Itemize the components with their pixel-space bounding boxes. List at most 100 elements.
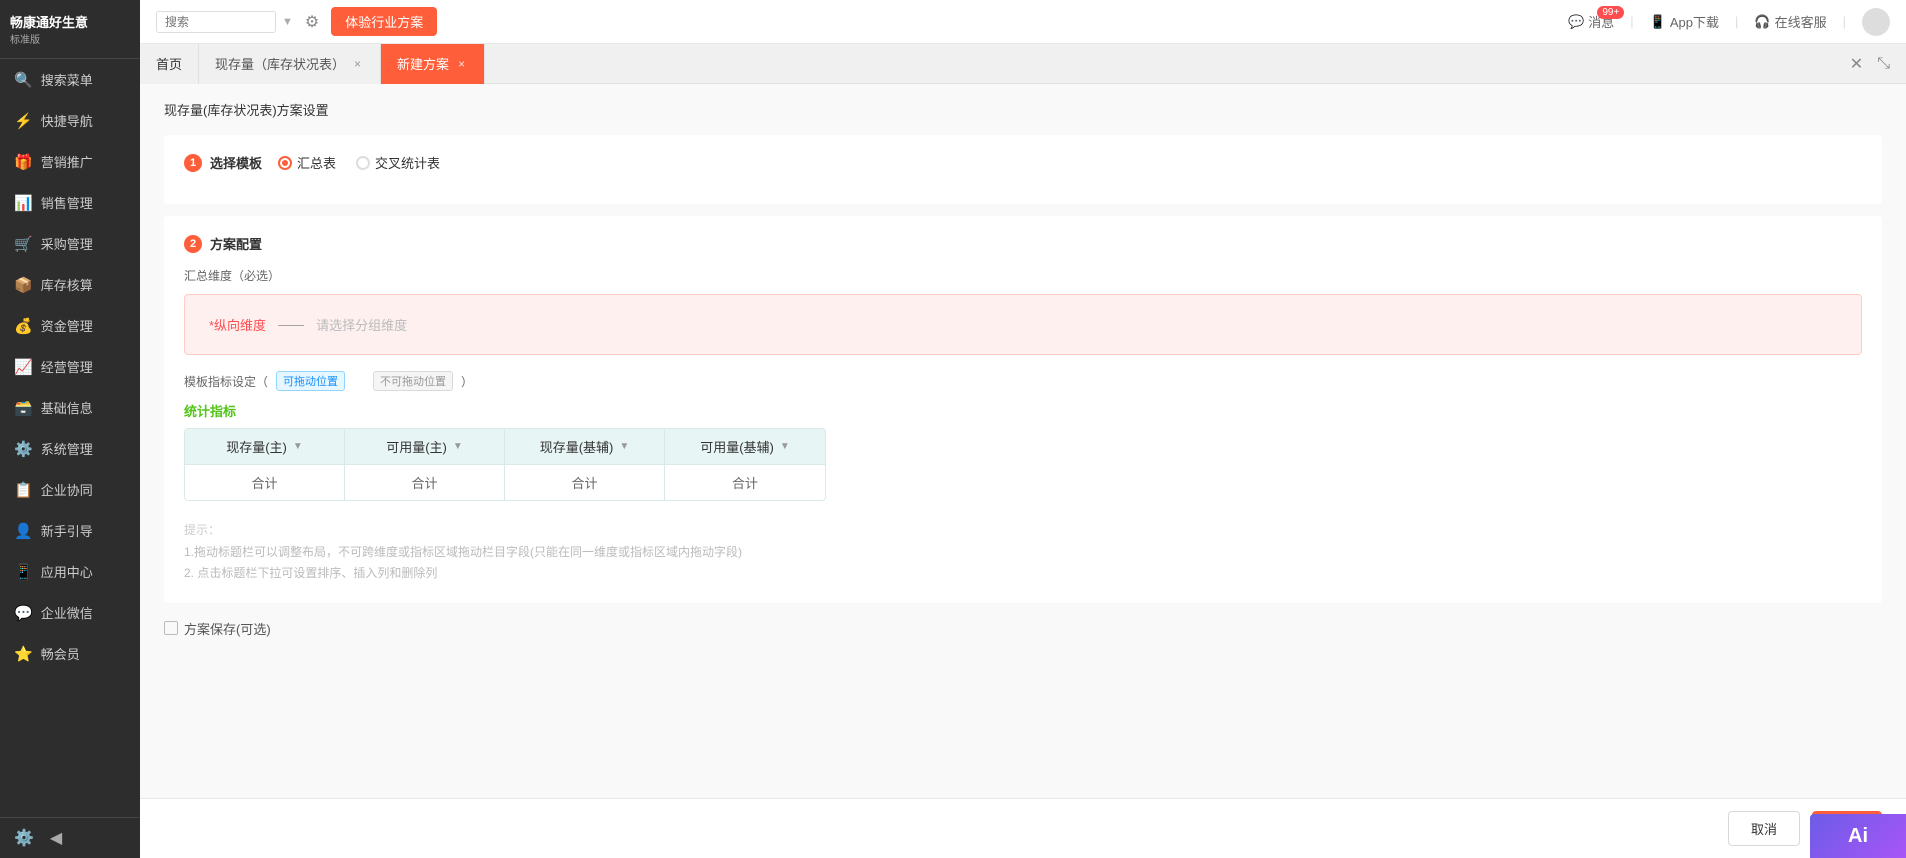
finance-icon: 💰 — [14, 317, 33, 335]
sidebar-item-label: 畅会员 — [41, 644, 80, 663]
template-settings: 模板指标设定（ 可拖动位置 不可拖动位置 ） 统计指标 现存量(主)▼可用量(主… — [184, 371, 1862, 504]
tab-home[interactable]: 首页 — [140, 44, 199, 84]
stats-body-cell-1: 合计 — [345, 465, 505, 500]
tabbar: 首页 现存量（库存状况表） × 新建方案 × ✕ ⤡ — [140, 44, 1906, 84]
quick-nav-icon: ⚡ — [14, 112, 33, 130]
stats-body-row: 合计合计合计合计 — [185, 464, 825, 500]
system-icon: ⚙️ — [14, 440, 33, 458]
sidebar-item-operations[interactable]: 📈经营管理 — [0, 346, 140, 387]
sidebar-footer: ⚙️ ◀ — [0, 817, 140, 858]
tab-inventory[interactable]: 现存量（库存状况表） × — [199, 44, 381, 84]
sidebar-item-basic-info[interactable]: 🗃️基础信息 — [0, 387, 140, 428]
radio-cross-circle — [356, 156, 370, 170]
step1-header: 1 选择模板 汇总表 交叉统计表 — [184, 153, 1862, 172]
sidebar: 畅康通好生意 标准版 🔍 搜索菜单 ⚡ 快捷导航 🎁营销推广📊销售管理🛒采购管理📦库存核… — [0, 0, 140, 858]
sidebar-item-purchase[interactable]: 🛒采购管理 — [0, 223, 140, 264]
app-download-label: App下载 — [1670, 12, 1719, 31]
stats-header-cell-2[interactable]: 现存量(基辅)▼ — [505, 429, 665, 464]
template-label-end — [353, 373, 365, 390]
sidebar-item-marketing[interactable]: 🎁营销推广 — [0, 141, 140, 182]
sidebar-item-inventory-audit[interactable]: 📦库存核算 — [0, 264, 140, 305]
sidebar-item-label: 企业微信 — [41, 603, 93, 622]
sidebar-item-system[interactable]: ⚙️系统管理 — [0, 428, 140, 469]
app-edition: 标准版 — [10, 31, 130, 46]
dimension-box[interactable]: *纵向维度 —— 请选择分组维度 — [184, 294, 1862, 355]
footer: 取消 查询 — [140, 798, 1906, 858]
stats-col-chevron-0[interactable]: ▼ — [293, 441, 303, 452]
stats-col-chevron-2[interactable]: ▼ — [619, 441, 629, 452]
stats-body-cell-3: 合计 — [665, 465, 825, 500]
stats-header-cell-0[interactable]: 现存量(主) ▼ — [185, 429, 345, 464]
stats-col-chevron-3[interactable]: ▼ — [780, 441, 790, 452]
stats-header-cell-1[interactable]: 可用量(主) ▼ — [345, 429, 505, 464]
message-badge: 99+ — [1597, 6, 1624, 19]
message-button[interactable]: 💬 消息 99+ — [1568, 12, 1614, 31]
tab-home-label: 首页 — [156, 54, 182, 73]
tab-new-scheme-close[interactable]: × — [455, 56, 468, 72]
radio-cross[interactable]: 交叉统计表 — [356, 153, 440, 172]
stats-col-chevron-1[interactable]: ▼ — [453, 441, 463, 452]
trial-industry-button[interactable]: 体验行业方案 — [331, 7, 437, 36]
stats-col-summary-3: 合计 — [732, 473, 758, 492]
phone-icon: 📱 — [1650, 14, 1666, 30]
sidebar-item-label: 企业协同 — [41, 480, 93, 499]
sidebar-item-enterprise[interactable]: 📋 企业协同 — [0, 469, 140, 510]
sidebar-item-sales[interactable]: 📊销售管理 — [0, 182, 140, 223]
sidebar-logo: 畅康通好生意 标准版 — [0, 0, 140, 59]
stats-col-summary-0: 合计 — [251, 473, 277, 492]
tip-item-1: 1.拖动标题栏可以调整布局，不可跨维度或指标区域拖动栏目字段(只能在同一维度或指… — [184, 542, 1862, 564]
sidebar-item-new-guide[interactable]: 👤新手引导 — [0, 510, 140, 551]
radio-summary[interactable]: 汇总表 — [278, 153, 336, 172]
sidebar-item-label: 营销推广 — [41, 152, 93, 171]
stats-col-label-1: 可用量(主) — [386, 437, 447, 456]
sidebar-item-enterprise-wechat[interactable]: 💬企业微信 — [0, 592, 140, 633]
new-guide-icon: 👤 — [14, 522, 33, 540]
sidebar-item-membership[interactable]: ⭐ 畅会员 — [0, 633, 140, 674]
sidebar-item-label: 搜索菜单 — [41, 70, 93, 89]
dimension-placeholder: 请选择分组维度 — [316, 315, 407, 334]
tab-new-scheme[interactable]: 新建方案 × — [381, 44, 485, 84]
membership-icon: ⭐ — [14, 645, 33, 663]
app-download-button[interactable]: 📱 App下载 — [1650, 12, 1719, 31]
radio-summary-circle — [278, 156, 292, 170]
sidebar-item-quick-nav[interactable]: ⚡ 快捷导航 — [0, 100, 140, 141]
avatar[interactable] — [1862, 8, 1890, 36]
expand-tab-ctrl-button[interactable]: ⤡ — [1873, 51, 1894, 77]
search-input[interactable] — [156, 11, 276, 33]
sidebar-item-label: 采购管理 — [41, 234, 93, 253]
gear-icon[interactable]: ⚙ — [305, 12, 319, 32]
radio-summary-label: 汇总表 — [297, 153, 336, 172]
step2-header: 2 方案配置 — [184, 234, 1862, 253]
stats-header-cell-3[interactable]: 可用量(基辅) ▼ — [665, 429, 825, 464]
online-service-button[interactable]: 🎧 在线客服 — [1754, 12, 1826, 31]
template-settings-end: ） — [461, 373, 473, 390]
settings-icon[interactable]: ⚙️ — [14, 828, 34, 848]
tips-title: 提示： — [184, 523, 220, 537]
tab-inventory-close[interactable]: × — [351, 56, 364, 72]
collapse-icon[interactable]: ◀ — [50, 828, 62, 848]
inventory-audit-icon: 📦 — [14, 276, 33, 294]
close-tab-ctrl-button[interactable]: ✕ — [1846, 50, 1867, 78]
template-radio-group: 汇总表 交叉统计表 — [278, 153, 440, 172]
stats-col-label-3: 可用量(基辅) — [700, 437, 774, 456]
sidebar-item-label: 快捷导航 — [41, 111, 93, 130]
stats-col-label-0: 现存量(主) — [226, 437, 287, 456]
sidebar-item-search[interactable]: 🔍 搜索菜单 — [0, 59, 140, 100]
tab-inventory-label: 现存量（库存状况表） — [215, 54, 345, 73]
search-icon: 🔍 — [14, 71, 33, 89]
cancel-button[interactable]: 取消 — [1728, 811, 1800, 846]
sidebar-item-label: 资金管理 — [41, 316, 93, 335]
sidebar-item-app-center[interactable]: 📱应用中心 — [0, 551, 140, 592]
stats-body-cell-0: 合计 — [185, 465, 345, 500]
sidebar-item-label: 基础信息 — [41, 398, 93, 417]
sidebar-item-finance[interactable]: 💰 资金管理 — [0, 305, 140, 346]
sidebar-item-label: 应用中心 — [41, 562, 93, 581]
dimension-required: *纵向维度 — [209, 315, 266, 334]
save-checkbox[interactable] — [164, 621, 178, 635]
save-check[interactable]: 方案保存(可选) — [164, 619, 1882, 638]
enterprise-icon: 📋 — [14, 481, 33, 499]
draggable-tag: 可拖动位置 — [276, 371, 345, 391]
stats-body-cell-2: 合计 — [505, 465, 665, 500]
ai-badge[interactable]: Ai — [1810, 814, 1906, 858]
tip-item-2: 2. 点击标题栏下拉可设置排序、插入列和删除列 — [184, 563, 1862, 585]
